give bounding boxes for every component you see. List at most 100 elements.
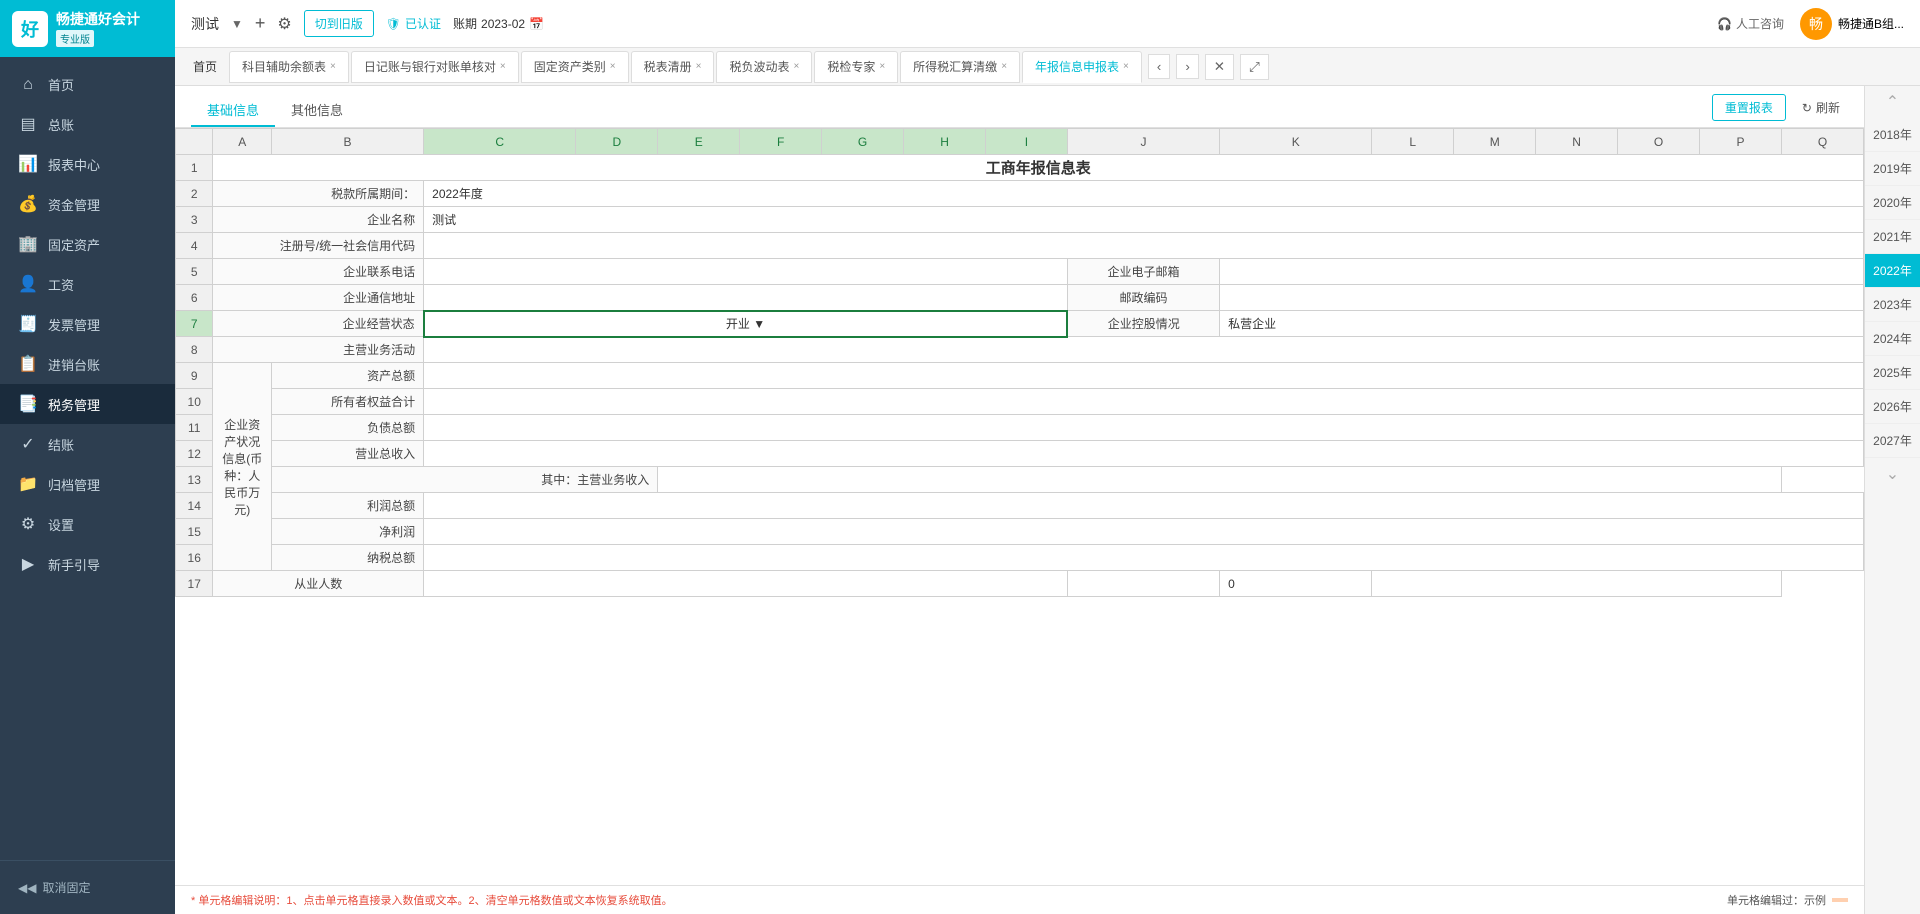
equity-value[interactable] <box>424 389 1864 415</box>
topbar-settings-btn[interactable]: ⚙ <box>277 14 291 34</box>
liabilities-value[interactable] <box>424 415 1864 441</box>
sub-tab-other[interactable]: 其他信息 <box>275 94 359 127</box>
app-name: 畅捷通好会计 <box>56 10 140 28</box>
service-label: 人工咨询 <box>1736 15 1784 32</box>
tab-bank-reconcile[interactable]: 日记账与银行对账单核对 × <box>351 51 519 83</box>
year-2022[interactable]: 2022年 <box>1865 254 1920 288</box>
tab-close-btn[interactable]: ✕ <box>1205 54 1234 80</box>
tab-annual-report[interactable]: 年报信息申报表 × <box>1022 51 1142 83</box>
year-2019[interactable]: 2019年 <box>1865 152 1920 186</box>
net-profit-value[interactable] <box>424 519 1864 545</box>
close-icon[interactable]: × <box>500 61 506 72</box>
email-value[interactable] <box>1220 259 1864 285</box>
equity-label: 所有者权益合计 <box>271 389 423 415</box>
address-value[interactable] <box>424 285 1068 311</box>
year-scroll-up-btn[interactable]: ⌃ <box>1865 86 1920 118</box>
sidebar-item-assets[interactable]: 🏢 固定资产 <box>0 224 175 264</box>
col-header-L: L <box>1372 129 1454 155</box>
total-assets-value[interactable] <box>424 363 1864 389</box>
table-title-cell[interactable]: 工商年报信息表 <box>213 155 1864 181</box>
close-icon[interactable]: × <box>1001 61 1007 72</box>
year-2020[interactable]: 2020年 <box>1865 186 1920 220</box>
example-label: 单元格编辑过：示例 <box>1727 892 1826 908</box>
close-icon[interactable]: × <box>793 61 799 72</box>
tab-tax-schedule[interactable]: 税表清册 × <box>631 51 715 83</box>
year-2024[interactable]: 2024年 <box>1865 322 1920 356</box>
close-icon[interactable]: × <box>1123 61 1129 72</box>
col-header-H: H <box>904 129 986 155</box>
sidebar-item-ledger[interactable]: ▤ 总账 <box>0 104 175 144</box>
employees-value-3[interactable]: 0 <box>1220 571 1372 597</box>
company-name-value[interactable]: 测试 <box>424 207 1864 233</box>
col-header-N: N <box>1536 129 1618 155</box>
sidebar-item-payroll[interactable]: 👤 工资 <box>0 264 175 304</box>
reg-number-value[interactable] <box>424 233 1864 259</box>
switch-version-btn[interactable]: 切到旧版 <box>304 10 374 37</box>
user-menu-btn[interactable]: 畅 畅捷通B组... <box>1800 8 1904 40</box>
tab-tax-inspection[interactable]: 税检专家 × <box>814 51 898 83</box>
tab-expand-btn[interactable]: ⤢ <box>1240 54 1269 80</box>
col-header-C: C <box>424 129 576 155</box>
sidebar-item-guide[interactable]: ▶ 新手引导 <box>0 544 175 584</box>
sidebar-item-purchases[interactable]: 📋 进销台账 <box>0 344 175 384</box>
year-2026[interactable]: 2026年 <box>1865 390 1920 424</box>
tab-tax-fluctuation[interactable]: 税负波动表 × <box>716 51 812 83</box>
sidebar-item-tax[interactable]: 📑 税务管理 <box>0 384 175 424</box>
tab-subject-balance[interactable]: 科目辅助余额表 × <box>229 51 349 83</box>
employees-value-1[interactable] <box>424 571 1068 597</box>
close-icon[interactable]: × <box>879 61 885 72</box>
reset-report-btn[interactable]: 重置报表 <box>1712 94 1786 121</box>
sidebar-item-close[interactable]: ✓ 结账 <box>0 424 175 464</box>
sub-tab-basic[interactable]: 基础信息 <box>191 94 275 127</box>
topbar-add-btn[interactable]: + <box>255 13 266 34</box>
year-scroll-down-btn[interactable]: ⌄ <box>1865 458 1920 490</box>
tab-home[interactable]: 首页 <box>183 52 227 81</box>
biz-status-dropdown[interactable]: 开业 ▼ <box>424 311 1068 337</box>
sidebar-item-funds[interactable]: 💰 资金管理 <box>0 184 175 224</box>
unfix-button[interactable]: ◀◀ 取消固定 <box>0 871 175 904</box>
year-2023[interactable]: 2023年 <box>1865 288 1920 322</box>
tab-prev-btn[interactable]: ‹ <box>1148 54 1170 79</box>
main-biz-value[interactable] <box>424 337 1864 363</box>
close-period-icon: ✓ <box>18 434 38 454</box>
sidebar-item-label: 进销台账 <box>48 355 100 374</box>
row-header-5: 5 <box>176 259 213 285</box>
employees-value-2[interactable] <box>1067 571 1219 597</box>
employees-value-4[interactable] <box>1372 571 1782 597</box>
tab-fixed-assets-category[interactable]: 固定资产类别 × <box>521 51 629 83</box>
year-2025[interactable]: 2025年 <box>1865 356 1920 390</box>
close-icon[interactable]: × <box>330 61 336 72</box>
total-revenue-value[interactable] <box>424 441 1864 467</box>
postcode-label: 邮政编码 <box>1067 285 1219 311</box>
close-icon[interactable]: × <box>610 61 616 72</box>
phone-value[interactable] <box>424 259 1068 285</box>
topbar-dropdown-btn[interactable]: ▼ <box>231 17 243 31</box>
service-btn[interactable]: 🎧 人工咨询 <box>1717 15 1784 32</box>
table-row: 1 工商年报信息表 <box>176 155 1864 181</box>
year-2018[interactable]: 2018年 <box>1865 118 1920 152</box>
sidebar-item-reports[interactable]: 📊 报表中心 <box>0 144 175 184</box>
sidebar-item-settings[interactable]: ⚙ 设置 <box>0 504 175 544</box>
total-profit-value[interactable] <box>424 493 1864 519</box>
content-area: 基础信息 其他信息 重置报表 ↻ 刷新 <box>175 86 1920 914</box>
shareholding-value[interactable]: 私营企业 <box>1220 311 1864 337</box>
calendar-icon[interactable]: 📅 <box>529 17 544 31</box>
year-2027[interactable]: 2027年 <box>1865 424 1920 458</box>
postcode-value[interactable] <box>1220 285 1864 311</box>
tab-next-btn[interactable]: › <box>1176 54 1198 79</box>
close-icon[interactable]: × <box>696 61 702 72</box>
refresh-icon: ↻ <box>1802 101 1812 115</box>
year-2021[interactable]: 2021年 <box>1865 220 1920 254</box>
refresh-btn[interactable]: ↻ 刷新 <box>1794 95 1848 120</box>
sidebar: 好 畅捷通好会计 专业版 ⌂ 首页 ▤ 总账 📊 报表中心 💰 资金管理 🏢 固… <box>0 0 175 914</box>
main-revenue-value[interactable] <box>658 467 1782 493</box>
sidebar-item-home[interactable]: ⌂ 首页 <box>0 65 175 104</box>
col-header-B: B <box>271 129 423 155</box>
sidebar-item-invoice[interactable]: 🧾 发票管理 <box>0 304 175 344</box>
spreadsheet-wrap[interactable]: A B C D E F G H I J K L M <box>175 128 1864 885</box>
employees-label: 从业人数 <box>213 571 424 597</box>
tax-period-value[interactable]: 2022年度 <box>424 181 1864 207</box>
sidebar-item-archive[interactable]: 📁 归档管理 <box>0 464 175 504</box>
tab-income-tax[interactable]: 所得税汇算清缴 × <box>900 51 1020 83</box>
total-tax-value[interactable] <box>424 545 1864 571</box>
